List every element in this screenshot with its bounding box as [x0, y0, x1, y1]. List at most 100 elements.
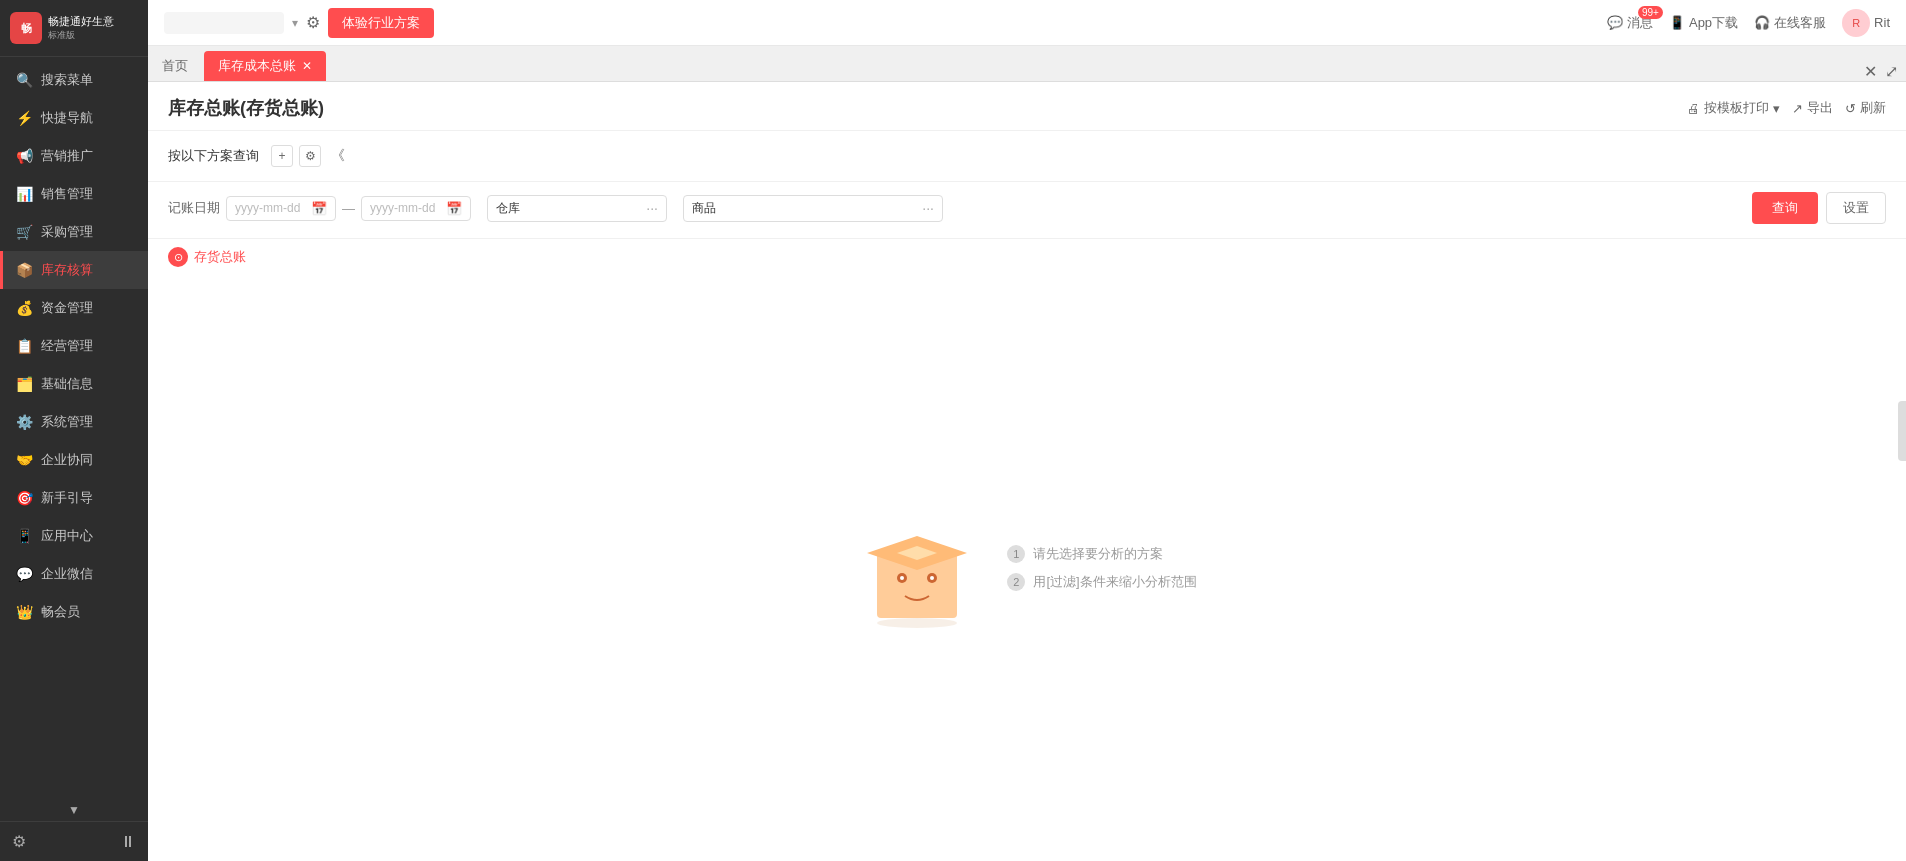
logo-icon: 畅: [10, 12, 42, 44]
sales-icon: 📊: [15, 185, 33, 203]
top-header: ▾ ⚙ 体验行业方案 💬 消息 99+ 📱 App下载 🎧 在线客服 R: [148, 0, 1906, 46]
empty-illustration: [857, 508, 977, 628]
chevron-down-icon[interactable]: ▾: [292, 16, 298, 30]
marketing-icon: 📢: [15, 147, 33, 165]
sidebar-nav: 🔍 搜索菜单 ⚡ 快捷导航 📢 营销推广 📊 销售管理 🛒 采购管理 📦 库存核…: [0, 57, 148, 799]
query-button[interactable]: 查询: [1752, 192, 1818, 224]
shortcut-icon: ⚡: [15, 109, 33, 127]
calendar-end-icon: 📅: [446, 201, 462, 216]
goods-more-icon: ···: [922, 200, 934, 216]
warehouse-select[interactable]: 仓库 ···: [487, 195, 667, 222]
refresh-button[interactable]: ↺ 刷新: [1845, 99, 1886, 117]
filter-collapse-icon[interactable]: 《: [327, 145, 349, 167]
refresh-label: 刷新: [1860, 99, 1886, 117]
print-button[interactable]: 🖨 按模板打印 ▾: [1687, 99, 1780, 117]
empty-tip-2: 2 用[过滤]条件来缩小分析范围: [1007, 573, 1196, 591]
scheme-item-label: 存货总账: [194, 248, 246, 266]
tab-home[interactable]: 首页: [148, 51, 202, 81]
scheme-item[interactable]: ⊙ 存货总账: [168, 247, 246, 267]
app-download-label: App下载: [1689, 14, 1738, 32]
guide-icon: 🎯: [15, 489, 33, 507]
page-header-actions: 🖨 按模板打印 ▾ ↗ 导出 ↺ 刷新: [1687, 99, 1886, 117]
app-download-button[interactable]: 📱 App下载: [1669, 14, 1738, 32]
empty-box-svg: [857, 508, 977, 628]
goods-select[interactable]: 商品 ···: [683, 195, 943, 222]
trial-button[interactable]: 体验行业方案: [328, 8, 434, 38]
sidebar-item-label: 新手引导: [41, 489, 93, 507]
sidebar-item-operations[interactable]: 📋 经营管理: [0, 327, 148, 365]
filter-settings-button[interactable]: ⚙: [299, 145, 321, 167]
sidebar-item-label: 应用中心: [41, 527, 93, 545]
panel-expand-button[interactable]: ⤢: [1885, 62, 1898, 81]
tab-home-label: 首页: [162, 57, 188, 75]
sidebar-item-label: 畅会员: [41, 603, 80, 621]
app-name: 畅捷通好生意: [48, 14, 114, 29]
export-label: 导出: [1807, 99, 1833, 117]
online-service-button[interactable]: 🎧 在线客服: [1754, 14, 1826, 32]
header-left: ▾ ⚙ 体验行业方案: [164, 8, 434, 38]
sidebar-item-purchase[interactable]: 🛒 采购管理: [0, 213, 148, 251]
settings-icon[interactable]: ⚙: [12, 832, 26, 851]
date-end-placeholder: yyyy-mm-dd: [370, 201, 435, 215]
page-header: 库存总账(存货总账) 🖨 按模板打印 ▾ ↗ 导出 ↺ 刷新: [148, 82, 1906, 131]
chevron-down-icon: ▼: [68, 803, 80, 817]
collapse-icon[interactable]: ⏸: [120, 833, 136, 851]
sidebar-item-enterprise[interactable]: 🤝 企业协同: [0, 441, 148, 479]
right-panel-indicator[interactable]: [1898, 401, 1906, 461]
sidebar-item-member[interactable]: 👑 畅会员: [0, 593, 148, 631]
enterprise-icon: 🤝: [15, 451, 33, 469]
tip-2-text: 用[过滤]条件来缩小分析范围: [1033, 573, 1196, 591]
calendar-start-icon: 📅: [311, 201, 327, 216]
scheme-icon: ⊙: [168, 247, 188, 267]
sidebar-item-wechat[interactable]: 💬 企业微信: [0, 555, 148, 593]
nav-search-input[interactable]: [164, 12, 284, 34]
main-area: ▾ ⚙ 体验行业方案 💬 消息 99+ 📱 App下载 🎧 在线客服 R: [148, 0, 1906, 861]
sidebar-item-label: 资金管理: [41, 299, 93, 317]
goods-label: 商品: [692, 200, 716, 217]
appstore-icon: 📱: [15, 527, 33, 545]
tab-inventory-ledger-label: 库存成本总账: [218, 57, 296, 75]
sidebar-item-marketing[interactable]: 📢 营销推广: [0, 137, 148, 175]
shadow: [877, 618, 957, 628]
scheme-area: ⊙ 存货总账: [148, 239, 1906, 275]
panel-close-button[interactable]: ✕: [1864, 62, 1877, 81]
finance-icon: 💰: [15, 299, 33, 317]
sidebar-item-basic[interactable]: 🗂️ 基础信息: [0, 365, 148, 403]
user-profile[interactable]: R Rit: [1842, 9, 1890, 37]
sidebar-item-label: 营销推广: [41, 147, 93, 165]
user-name: Rit: [1874, 15, 1890, 30]
date-start-input[interactable]: yyyy-mm-dd 📅: [226, 196, 336, 221]
warehouse-label: 仓库: [496, 200, 520, 217]
sidebar-item-shortcut[interactable]: ⚡ 快捷导航: [0, 99, 148, 137]
sidebar-item-system[interactable]: ⚙️ 系统管理: [0, 403, 148, 441]
sidebar-item-sales[interactable]: 📊 销售管理: [0, 175, 148, 213]
tab-inventory-ledger[interactable]: 库存成本总账 ✕: [204, 51, 326, 81]
sidebar-item-guide[interactable]: 🎯 新手引导: [0, 479, 148, 517]
tip-num-1: 1: [1007, 545, 1025, 563]
sidebar-item-appstore[interactable]: 📱 应用中心: [0, 517, 148, 555]
sidebar-item-label: 搜索菜单: [41, 71, 93, 89]
sidebar-item-finance[interactable]: 💰 资金管理: [0, 289, 148, 327]
filter-area: 按以下方案查询 + ⚙ 《: [148, 131, 1906, 182]
search-icon: 🔍: [15, 71, 33, 89]
sidebar-item-label: 销售管理: [41, 185, 93, 203]
settings-button[interactable]: 设置: [1826, 192, 1886, 224]
date-end-input[interactable]: yyyy-mm-dd 📅: [361, 196, 471, 221]
sidebar-scroll-down[interactable]: ▼: [0, 799, 148, 821]
messages-button[interactable]: 💬 消息 99+: [1607, 14, 1653, 32]
sidebar: 畅 畅捷通好生意 标准版 🔍 搜索菜单 ⚡ 快捷导航 📢 营销推广 📊 销售管理…: [0, 0, 148, 861]
filter-add-button[interactable]: +: [271, 145, 293, 167]
phone-icon: 📱: [1669, 15, 1685, 30]
sidebar-item-inventory[interactable]: 📦 库存核算: [0, 251, 148, 289]
tab-close-icon[interactable]: ✕: [302, 59, 312, 73]
gear-button[interactable]: ⚙: [306, 13, 320, 32]
eye-shine-left: [900, 576, 904, 580]
date-label: 记账日期: [168, 199, 220, 217]
refresh-icon: ↺: [1845, 101, 1856, 116]
eye-shine-right: [930, 576, 934, 580]
export-button[interactable]: ↗ 导出: [1792, 99, 1833, 117]
system-icon: ⚙️: [15, 413, 33, 431]
date-filter-group: 记账日期 yyyy-mm-dd 📅 — yyyy-mm-dd 📅: [168, 196, 471, 221]
sidebar-item-search[interactable]: 🔍 搜索菜单: [0, 61, 148, 99]
goods-filter-group: 商品 ···: [683, 195, 943, 222]
